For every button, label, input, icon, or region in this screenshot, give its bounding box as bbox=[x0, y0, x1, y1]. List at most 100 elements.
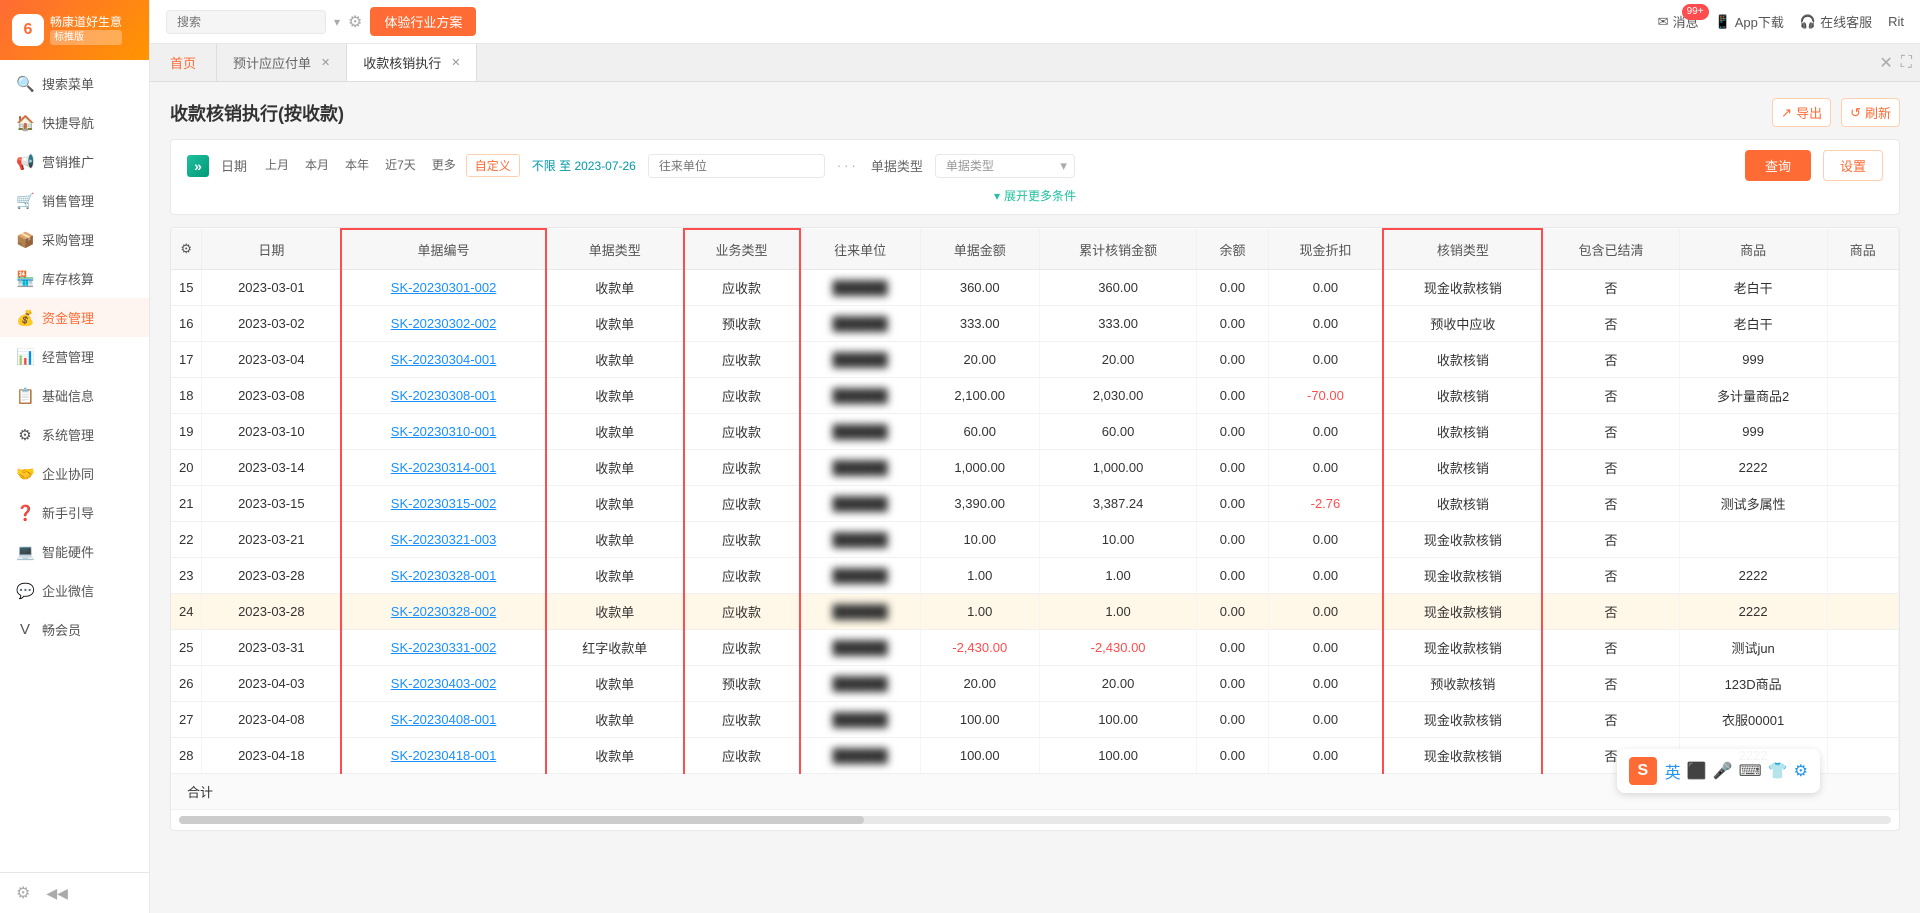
tab-collection-close[interactable]: ✕ bbox=[451, 56, 460, 69]
cell-bill-no: SK-20230302-002 bbox=[341, 306, 546, 342]
bill-no-link[interactable]: SK-20230408-001 bbox=[391, 712, 497, 727]
header-chevron-icon[interactable]: ▾ bbox=[334, 15, 340, 29]
expand-more-conditions[interactable]: ▾ 展开更多条件 bbox=[187, 187, 1883, 204]
sidebar-item-enterprise[interactable]: 🤝 企业协同 bbox=[0, 454, 149, 493]
brand-icon-4: ⌨ bbox=[1739, 761, 1762, 781]
sidebar-label-wechat: 企业微信 bbox=[42, 581, 94, 600]
sidebar-icon-shortcut: 🏠 bbox=[16, 114, 34, 132]
this-month-btn[interactable]: 本月 bbox=[299, 154, 335, 177]
sidebar-item-sales[interactable]: 🛒 销售管理 bbox=[0, 181, 149, 220]
col-gear[interactable]: ⚙ bbox=[171, 229, 202, 270]
cell-bill-no: SK-20230403-002 bbox=[341, 666, 546, 702]
sidebar-label-inventory: 库存核算 bbox=[42, 269, 94, 288]
refresh-button[interactable]: ↺ 刷新 bbox=[1841, 98, 1900, 127]
bill-no-link[interactable]: SK-20230302-002 bbox=[391, 316, 497, 331]
bill-no-link[interactable]: SK-20230315-002 bbox=[391, 496, 497, 511]
cell-bill-type: 收款单 bbox=[546, 594, 684, 630]
bill-no-link[interactable]: SK-20230314-001 bbox=[391, 460, 497, 475]
tab-prepay[interactable]: 预计应应付单 ✕ bbox=[217, 44, 347, 81]
brand-icon-6: ⚙ bbox=[1794, 761, 1808, 781]
last-7-days-btn[interactable]: 近7天 bbox=[379, 154, 422, 177]
cell-date: 2023-03-02 bbox=[202, 306, 341, 342]
sidebar-item-search[interactable]: 🔍 搜索菜单 bbox=[0, 64, 149, 103]
table-row: 17 2023-03-04 SK-20230304-001 收款单 应收款 ██… bbox=[171, 342, 1899, 378]
cell-amount: 60.00 bbox=[920, 414, 1039, 450]
table-header-row: ⚙ 日期 单据编号 单据类型 业务类型 往来单位 单据金额 累计核销金额 余额 … bbox=[171, 229, 1899, 270]
bill-no-link[interactable]: SK-20230328-001 bbox=[391, 568, 497, 583]
cell-no: 23 bbox=[171, 558, 202, 594]
sidebar-icon-purchase: 📦 bbox=[16, 231, 34, 249]
cell-date: 2023-04-18 bbox=[202, 738, 341, 774]
header-gear-icon[interactable]: ⚙ bbox=[348, 12, 362, 32]
cell-partner: ██████ bbox=[800, 738, 921, 774]
cell-goods: 2222 bbox=[1679, 558, 1827, 594]
header-search-input[interactable] bbox=[166, 10, 326, 34]
sidebar-icon-sales: 🛒 bbox=[16, 192, 34, 210]
tab-maximize-icon[interactable]: ⛶ bbox=[1901, 54, 1912, 72]
filter-more-icon[interactable]: ··· bbox=[837, 158, 859, 173]
top-header: ▾ ⚙ 体验行业方案 ✉ 消息 99+ 📱 App下载 🎧 在线客服 Rit bbox=[150, 0, 1920, 44]
page-actions: ↗ 导出 ↺ 刷新 bbox=[1772, 98, 1900, 127]
query-button[interactable]: 查询 bbox=[1745, 150, 1811, 181]
last-month-btn[interactable]: 上月 bbox=[259, 154, 295, 177]
cell-goods: 衣服00001 bbox=[1679, 702, 1827, 738]
settings-button[interactable]: 设置 bbox=[1823, 150, 1883, 181]
cell-date: 2023-03-21 bbox=[202, 522, 341, 558]
col-goods2: 商品 bbox=[1827, 229, 1898, 270]
cell-bill-type: 收款单 bbox=[546, 378, 684, 414]
sidebar-item-inventory[interactable]: 🏪 库存核算 bbox=[0, 259, 149, 298]
bill-no-link[interactable]: SK-20230331-002 bbox=[391, 640, 497, 655]
sidebar-item-purchase[interactable]: 📦 采购管理 bbox=[0, 220, 149, 259]
bill-no-link[interactable]: SK-20230418-001 bbox=[391, 748, 497, 763]
partner-input[interactable] bbox=[648, 154, 825, 178]
this-year-btn[interactable]: 本年 bbox=[339, 154, 375, 177]
user-info[interactable]: Rit bbox=[1888, 14, 1904, 29]
bill-no-link[interactable]: SK-20230308-001 bbox=[391, 388, 497, 403]
cell-verify-type: 现金收款核销 bbox=[1383, 270, 1542, 306]
bill-type-select[interactable]: 单据类型 bbox=[935, 154, 1075, 178]
export-button[interactable]: ↗ 导出 bbox=[1772, 98, 1831, 127]
message-button[interactable]: ✉ 消息 99+ bbox=[1658, 12, 1699, 31]
sidebar-item-shortcut[interactable]: 🏠 快捷导航 bbox=[0, 103, 149, 142]
bill-no-link[interactable]: SK-20230321-003 bbox=[391, 532, 497, 547]
more-date-btn[interactable]: 更多 bbox=[426, 154, 462, 177]
cell-bill-type: 收款单 bbox=[546, 486, 684, 522]
sidebar-item-wechat[interactable]: 💬 企业微信 bbox=[0, 571, 149, 610]
tab-close-all-icon[interactable]: ✕ bbox=[1879, 53, 1892, 73]
bill-no-link[interactable]: SK-20230301-002 bbox=[391, 280, 497, 295]
collapse-icon[interactable]: ◀◀ bbox=[46, 885, 68, 902]
cell-amount: 20.00 bbox=[920, 666, 1039, 702]
app-download-button[interactable]: 📱 App下载 bbox=[1715, 12, 1784, 31]
cell-no: 25 bbox=[171, 630, 202, 666]
cell-goods: 老白干 bbox=[1679, 306, 1827, 342]
sidebar-item-marketing[interactable]: 📢 营销推广 bbox=[0, 142, 149, 181]
tab-prepay-close[interactable]: ✕ bbox=[321, 56, 330, 69]
sidebar-icon-system: ⚙ bbox=[16, 426, 34, 444]
online-service-button[interactable]: 🎧 在线客服 bbox=[1800, 12, 1872, 31]
bill-no-link[interactable]: SK-20230403-002 bbox=[391, 676, 497, 691]
tab-collection[interactable]: 收款核销执行 ✕ bbox=[347, 44, 477, 81]
sidebar-item-member[interactable]: V 畅会员 bbox=[0, 610, 149, 649]
cell-include-settled: 否 bbox=[1542, 414, 1679, 450]
filter-expand-button[interactable]: » bbox=[187, 155, 209, 177]
custom-date-button[interactable]: 自定义 bbox=[466, 154, 520, 177]
page-header: 收款核销执行(按收款) ↗ 导出 ↺ 刷新 bbox=[170, 98, 1900, 127]
settings-icon[interactable]: ⚙ bbox=[16, 883, 30, 903]
sidebar-item-basic[interactable]: 📋 基础信息 bbox=[0, 376, 149, 415]
cell-bill-type: 收款单 bbox=[546, 414, 684, 450]
sidebar-item-finance[interactable]: 💰 资金管理 bbox=[0, 298, 149, 337]
bill-no-link[interactable]: SK-20230310-001 bbox=[391, 424, 497, 439]
sidebar-label-purchase: 采购管理 bbox=[42, 230, 94, 249]
tab-home[interactable]: 首页 bbox=[150, 44, 217, 81]
cell-verified: 1.00 bbox=[1039, 558, 1196, 594]
bill-no-link[interactable]: SK-20230328-002 bbox=[391, 604, 497, 619]
horizontal-scroll[interactable] bbox=[171, 810, 1899, 830]
industry-solution-button[interactable]: 体验行业方案 bbox=[370, 7, 476, 36]
col-bill-no: 单据编号 bbox=[341, 229, 546, 270]
sidebar-item-hardware[interactable]: 💻 智能硬件 bbox=[0, 532, 149, 571]
sidebar-item-operations[interactable]: 📊 经营管理 bbox=[0, 337, 149, 376]
bill-no-link[interactable]: SK-20230304-001 bbox=[391, 352, 497, 367]
sidebar-item-system[interactable]: ⚙ 系统管理 bbox=[0, 415, 149, 454]
sidebar-item-guide[interactable]: ❓ 新手引导 bbox=[0, 493, 149, 532]
cell-date: 2023-03-31 bbox=[202, 630, 341, 666]
